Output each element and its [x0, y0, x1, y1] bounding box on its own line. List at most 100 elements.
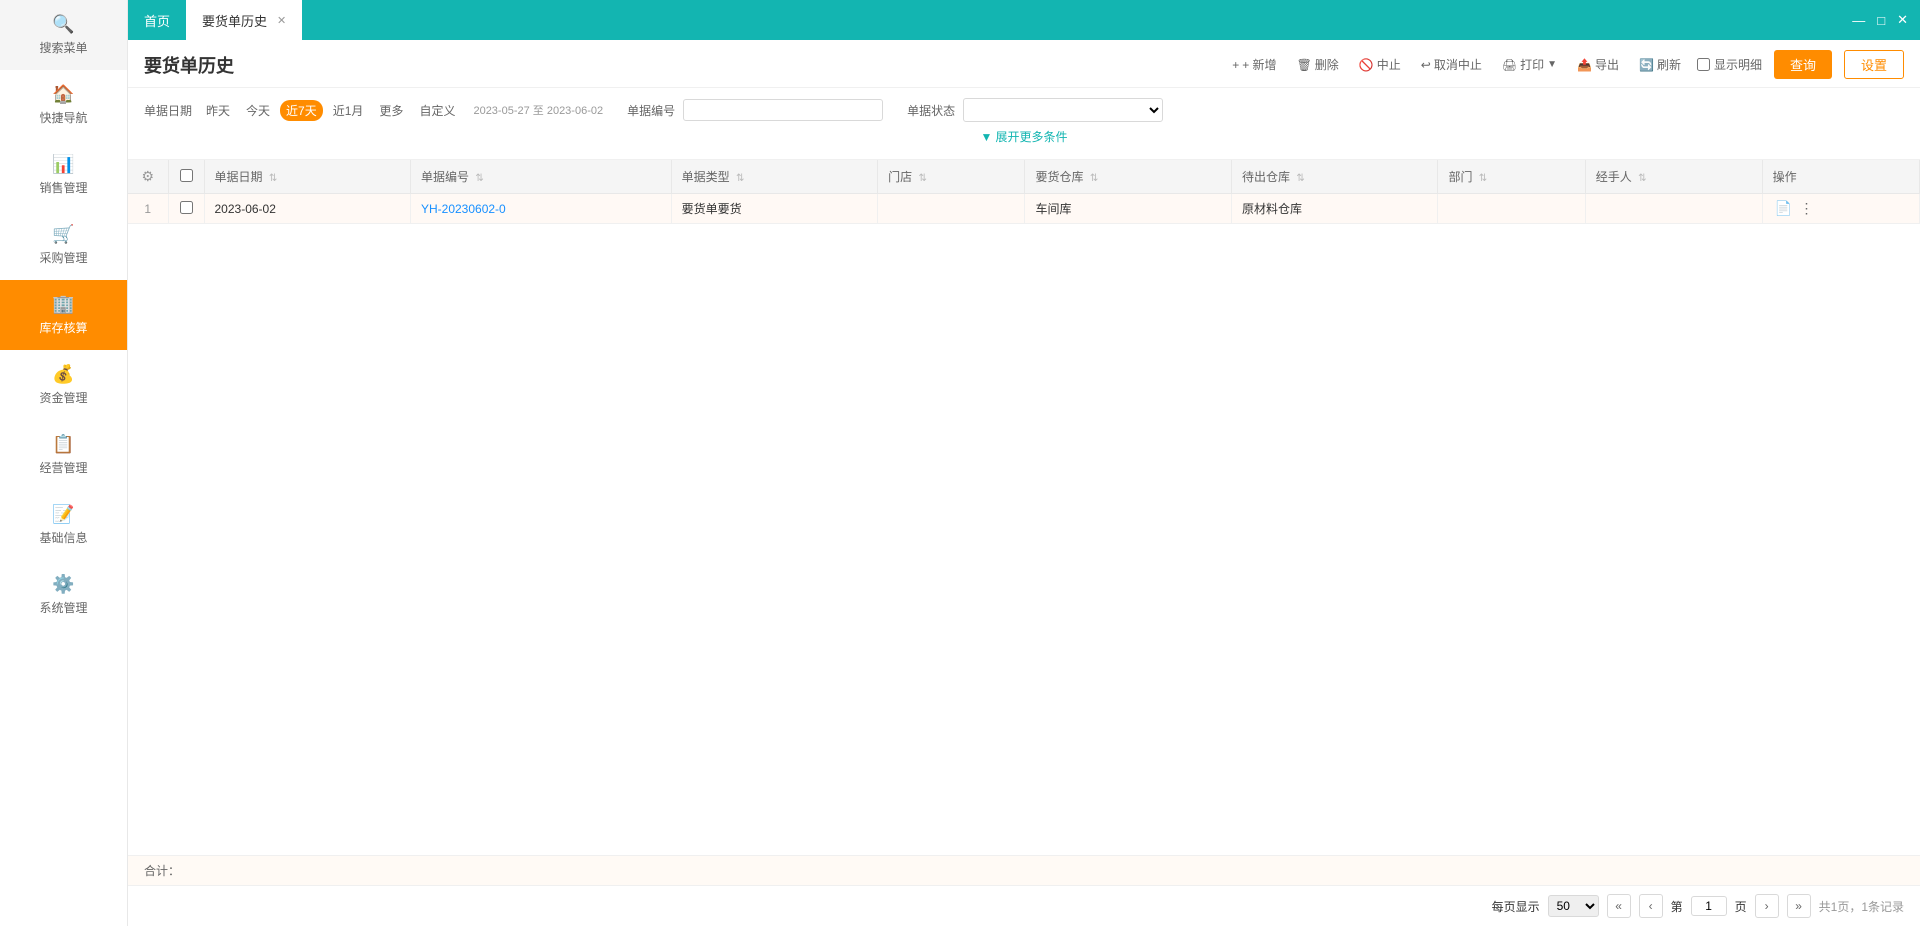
- date-options: 昨天 今天 近7天 近1月 更多 自定义: [200, 100, 461, 121]
- sort-pending-warehouse-icon[interactable]: ⇅: [1296, 173, 1304, 184]
- sort-store-icon[interactable]: ⇅: [919, 173, 927, 184]
- col-store-label: 门店: [888, 170, 912, 184]
- sidebar-item-inventory[interactable]: 🏢 库存核算: [0, 280, 127, 350]
- sort-handler-icon[interactable]: ⇅: [1638, 173, 1646, 184]
- summary-label: 合计：: [144, 864, 180, 878]
- date-option-yesterday[interactable]: 昨天: [200, 100, 236, 121]
- prev-page-icon: ‹: [1649, 899, 1653, 913]
- sidebar-item-label: 采购管理: [39, 249, 87, 266]
- row-order-type: 要货单要货: [671, 194, 877, 224]
- system-mgmt-icon: ⚙️: [52, 574, 74, 595]
- date-option-last7days[interactable]: 近7天: [280, 100, 323, 121]
- stop-button[interactable]: 🚫 中止: [1355, 54, 1405, 75]
- row-order-date: 2023-06-02: [204, 194, 410, 224]
- select-all-checkbox[interactable]: [180, 169, 193, 182]
- col-operations-label: 操作: [1773, 170, 1797, 184]
- window-minimize-button[interactable]: —: [1852, 13, 1865, 28]
- sidebar-item-basic-info[interactable]: 📝 基础信息: [0, 490, 127, 560]
- order-no-link[interactable]: YH-20230602-0: [421, 202, 506, 216]
- query-button[interactable]: 查询: [1774, 50, 1832, 79]
- date-option-more[interactable]: 更多: [373, 100, 409, 121]
- filter-area: 单据日期 昨天 今天 近7天 近1月 更多 自定义 2023-05-27 至 2…: [128, 88, 1920, 160]
- tab-order-history[interactable]: 要货单历史 ✕: [186, 0, 302, 40]
- page-header: 要货单历史 + + 新增 🗑 删除 🚫 中止 ↩ 取消中止: [128, 40, 1920, 88]
- row-checkbox[interactable]: [180, 201, 193, 214]
- expand-label: 展开更多条件: [995, 128, 1067, 145]
- next-page-icon: ›: [1765, 899, 1769, 913]
- table-row: 1 2023-06-02 YH-20230602-0 要货单要货 车间库 原材料…: [128, 194, 1920, 224]
- date-option-today[interactable]: 今天: [240, 100, 276, 121]
- sort-order-type-icon[interactable]: ⇅: [736, 173, 744, 184]
- sidebar-item-purchase-mgmt[interactable]: 🛒 采购管理: [0, 210, 127, 280]
- sidebar-item-finance-mgmt[interactable]: 💰 资金管理: [0, 350, 127, 420]
- sort-req-warehouse-icon[interactable]: ⇅: [1090, 173, 1098, 184]
- date-option-last1month[interactable]: 近1月: [327, 100, 370, 121]
- col-checkbox: [168, 160, 204, 194]
- col-handler-label: 经手人: [1596, 170, 1632, 184]
- sidebar-item-search-menu[interactable]: 🔍 搜索菜单: [0, 0, 127, 70]
- sales-mgmt-icon: 📊: [52, 154, 74, 175]
- sidebar-item-sales-mgmt[interactable]: 📊 销售管理: [0, 140, 127, 210]
- page-number-input[interactable]: [1691, 896, 1727, 916]
- topbar: 首页 要货单历史 ✕ — □ ✕: [128, 0, 1920, 40]
- page-size-select[interactable]: 50 10 20 100: [1548, 895, 1599, 917]
- display-detail-toggle[interactable]: 显示明细: [1697, 56, 1762, 73]
- quick-nav-icon: 🏠: [52, 84, 74, 105]
- print-button[interactable]: 🖨 打印 ▼: [1498, 54, 1561, 75]
- col-order-date-label: 单据日期: [215, 170, 263, 184]
- row-req-warehouse: 车间库: [1025, 194, 1231, 224]
- refresh-button[interactable]: 🔄 刷新: [1635, 54, 1685, 75]
- status-label: 单据状态: [907, 102, 955, 119]
- row-pending-warehouse: 原材料仓库: [1231, 194, 1437, 224]
- sort-order-no-icon[interactable]: ⇅: [475, 173, 483, 184]
- sidebar-item-label: 搜索菜单: [39, 39, 87, 56]
- col-pending-warehouse-label: 待出仓库: [1242, 170, 1290, 184]
- column-settings-icon[interactable]: ⚙: [141, 168, 154, 184]
- export-button[interactable]: 📤 导出: [1573, 54, 1623, 75]
- first-page-button[interactable]: «: [1607, 894, 1631, 918]
- row-handler: [1585, 194, 1762, 224]
- close-tab-icon[interactable]: ✕: [277, 14, 286, 27]
- row-order-no: YH-20230602-0: [410, 194, 671, 224]
- add-icon: +: [1232, 58, 1239, 72]
- cancel-stop-button[interactable]: ↩ 取消中止: [1417, 54, 1486, 75]
- col-req-warehouse-label: 要货仓库: [1035, 170, 1083, 184]
- sidebar-item-system-mgmt[interactable]: ⚙️ 系统管理: [0, 560, 127, 630]
- first-page-icon: «: [1615, 899, 1622, 913]
- col-handler: 经手人 ⇅: [1585, 160, 1762, 194]
- inventory-icon: 🏢: [52, 294, 74, 315]
- new-button[interactable]: + + 新增: [1228, 54, 1280, 75]
- prev-page-button[interactable]: ‹: [1639, 894, 1663, 918]
- sidebar-item-operations-mgmt[interactable]: 📋 经营管理: [0, 420, 127, 490]
- sort-department-icon[interactable]: ⇅: [1479, 173, 1487, 184]
- display-detail-checkbox[interactable]: [1697, 58, 1710, 71]
- delete-button[interactable]: 🗑 删除: [1293, 54, 1343, 75]
- last-page-button[interactable]: »: [1787, 894, 1811, 918]
- sidebar-item-quick-nav[interactable]: 🏠 快捷导航: [0, 70, 127, 140]
- sidebar-item-label: 快捷导航: [39, 109, 87, 126]
- window-maximize-button[interactable]: □: [1877, 13, 1885, 28]
- row-index: 1: [128, 194, 168, 224]
- tab-home[interactable]: 首页: [128, 0, 186, 40]
- order-no-input[interactable]: [683, 99, 883, 121]
- total-info: 共1页，1条记录: [1819, 898, 1904, 915]
- date-option-custom[interactable]: 自定义: [413, 100, 461, 121]
- print-dropdown-icon: ▼: [1547, 59, 1557, 70]
- filter-row-1: 单据日期 昨天 今天 近7天 近1月 更多 自定义 2023-05-27 至 2…: [144, 98, 1904, 122]
- header-actions: + + 新增 🗑 删除 🚫 中止 ↩ 取消中止 🖨 打印: [1228, 50, 1904, 79]
- order-no-label: 单据编号: [627, 102, 675, 119]
- status-select[interactable]: [963, 98, 1163, 122]
- col-order-no-label: 单据编号: [421, 170, 469, 184]
- row-department: [1438, 194, 1585, 224]
- settings-button[interactable]: 设置: [1844, 50, 1904, 79]
- date-filter-group: 单据日期 昨天 今天 近7天 近1月 更多 自定义 2023-05-27 至 2…: [144, 100, 603, 121]
- row-more-button[interactable]: ⋮: [1799, 200, 1813, 216]
- col-order-type-label: 单据类型: [682, 170, 730, 184]
- window-close-button[interactable]: ✕: [1897, 12, 1908, 28]
- next-page-button[interactable]: ›: [1755, 894, 1779, 918]
- col-settings[interactable]: ⚙: [128, 160, 168, 194]
- row-view-button[interactable]: 📄: [1775, 200, 1792, 216]
- expand-filter-button[interactable]: ▼ 展开更多条件: [981, 128, 1068, 145]
- sort-order-date-icon[interactable]: ⇅: [269, 173, 277, 184]
- col-order-date: 单据日期 ⇅: [204, 160, 410, 194]
